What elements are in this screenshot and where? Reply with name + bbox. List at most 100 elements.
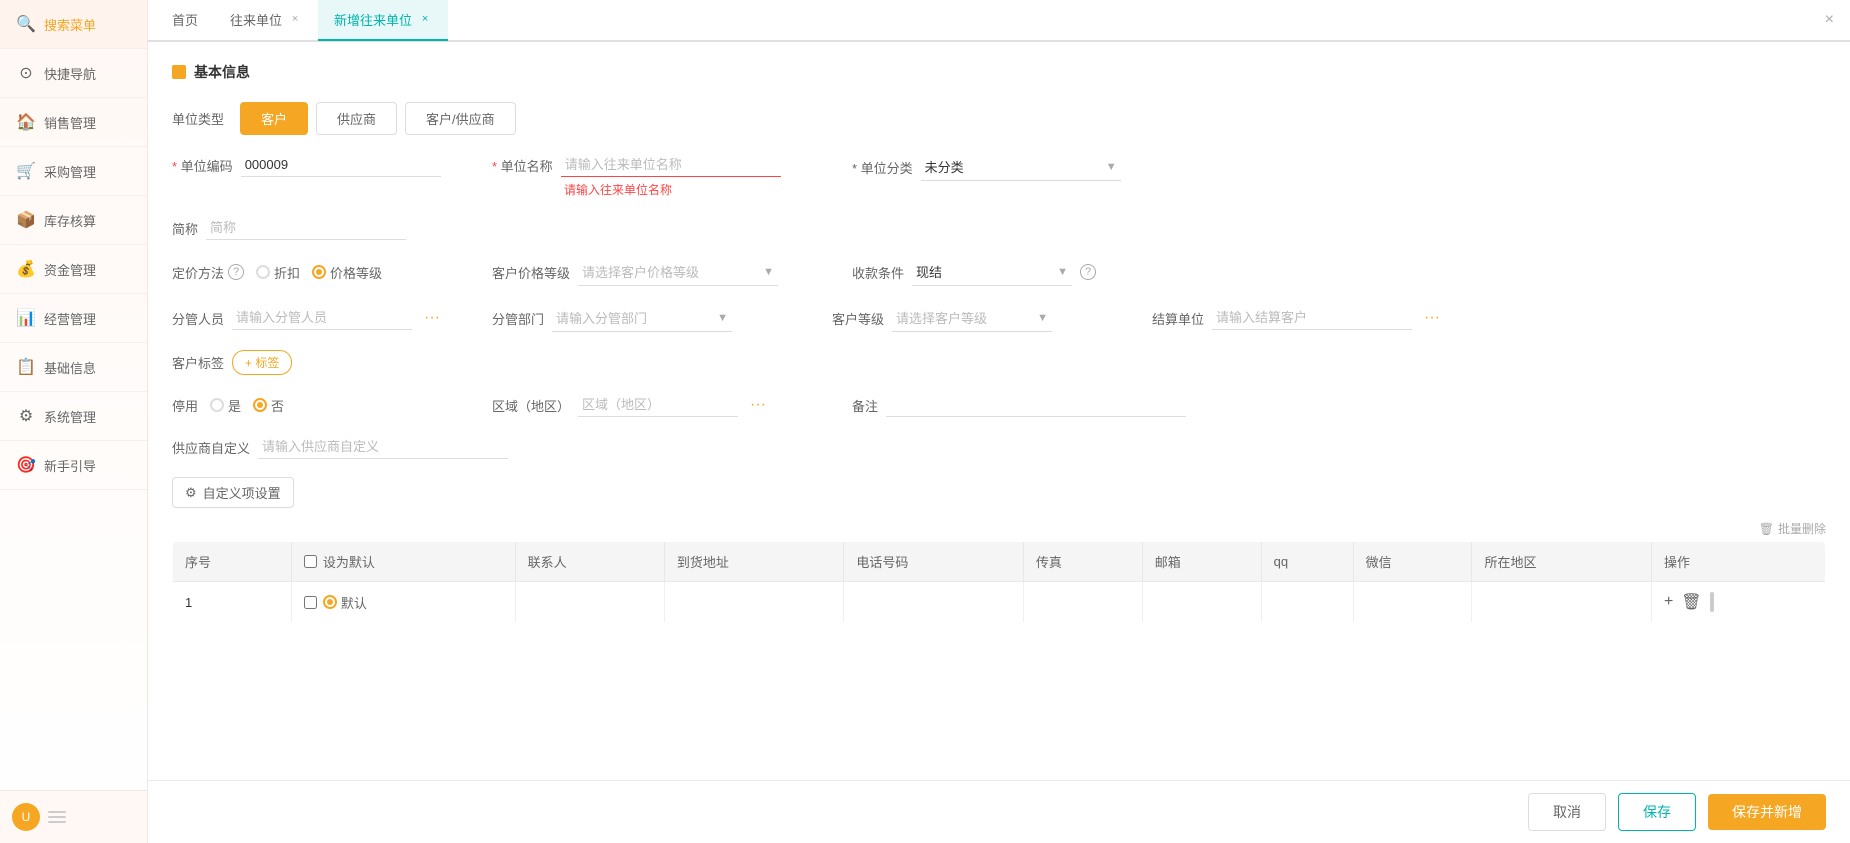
delete-row-button[interactable]: 🗑 bbox=[1681, 592, 1701, 612]
btn-supplier[interactable]: 供应商 bbox=[316, 102, 397, 135]
remark-input[interactable] bbox=[886, 393, 1186, 417]
tab-counterparty[interactable]: 往来单位 × bbox=[214, 0, 318, 41]
sidebar-item-operations[interactable]: 📊 经营管理 bbox=[0, 294, 147, 343]
sales-icon: 🏠 bbox=[16, 112, 36, 132]
radio-price-level[interactable]: 价格等级 bbox=[312, 263, 382, 282]
radio-discount[interactable]: 折扣 bbox=[256, 263, 300, 282]
window-close-button[interactable]: × bbox=[1817, 11, 1842, 29]
col-address: 到货地址 bbox=[664, 542, 843, 582]
pricing-help-icon[interactable]: ? bbox=[228, 264, 244, 280]
col-email: 邮箱 bbox=[1142, 542, 1261, 582]
sidebar-item-finance[interactable]: 💰 资金管理 bbox=[0, 245, 147, 294]
remark-label: 备注 bbox=[852, 396, 878, 415]
save-add-button[interactable]: 保存并新增 bbox=[1708, 794, 1826, 830]
department-select[interactable]: 请输入分管部门 ▼ bbox=[552, 304, 732, 332]
field-unit-code: 单位编码 bbox=[172, 153, 452, 177]
radio-no[interactable]: 否 bbox=[253, 396, 284, 415]
chevron-down-icon: ▼ bbox=[1057, 266, 1068, 278]
sidebar-item-label: 系统管理 bbox=[44, 407, 96, 426]
tab-new-counterparty-close[interactable]: × bbox=[418, 12, 432, 26]
sidebar-item-inventory[interactable]: 📦 库存核算 bbox=[0, 196, 147, 245]
operations-icon: 📊 bbox=[16, 308, 36, 328]
supplier-custom-input[interactable] bbox=[258, 435, 508, 459]
customer-price-level-select[interactable]: 请选择客户价格等级 ▼ bbox=[578, 258, 778, 286]
default-radio[interactable]: 默认 bbox=[323, 593, 367, 612]
sidebar-item-guide[interactable]: 🎯 新手引导 bbox=[0, 441, 147, 490]
cell-wechat bbox=[1353, 582, 1472, 623]
pricing-method-label: 定价方法 ? bbox=[172, 263, 244, 282]
sidebar-item-sales[interactable]: 🏠 销售管理 bbox=[0, 98, 147, 147]
sidebar-item-basic-info[interactable]: 📋 基础信息 bbox=[0, 343, 147, 392]
unit-name-input[interactable] bbox=[561, 153, 781, 177]
customer-tag-label: 客户标签 bbox=[172, 353, 224, 372]
select-all-checkbox[interactable] bbox=[304, 555, 317, 568]
unit-category-select[interactable]: 未分类 ▼ bbox=[921, 153, 1121, 181]
payment-terms-select[interactable]: 现结 ▼ bbox=[912, 258, 1072, 286]
cell-address bbox=[664, 582, 843, 623]
btn-customer[interactable]: 客户 bbox=[240, 102, 308, 135]
sidebar-footer: U bbox=[0, 790, 147, 843]
field-customer-level: 客户等级 请选择客户等级 ▼ bbox=[832, 304, 1112, 332]
cell-area bbox=[1472, 582, 1651, 623]
form-row-3: 定价方法 ? 折扣 价格等级 客户价格等级 请选择客户价 bbox=[172, 258, 1826, 286]
sidebar-item-label: 资金管理 bbox=[44, 260, 96, 279]
sidebar-item-search[interactable]: 🔍 搜索菜单 bbox=[0, 0, 147, 49]
field-manager: 分管人员 ··· bbox=[172, 306, 452, 330]
settlement-unit-more-icon[interactable]: ··· bbox=[1420, 309, 1444, 327]
col-qq: qq bbox=[1261, 542, 1353, 582]
section-title: 基本信息 bbox=[194, 62, 250, 82]
batch-delete-icon: 🗑 bbox=[1759, 522, 1774, 536]
settlement-unit-label: 结算单位 bbox=[1152, 309, 1204, 328]
add-tag-label: + 标签 bbox=[245, 354, 279, 371]
sidebar-item-system[interactable]: ⚙ 系统管理 bbox=[0, 392, 147, 441]
sidebar-item-label: 基础信息 bbox=[44, 358, 96, 377]
payment-terms-help-icon[interactable]: ? bbox=[1080, 264, 1096, 280]
custom-settings-label: 自定义项设置 bbox=[203, 483, 281, 502]
section-header: 基本信息 bbox=[172, 62, 1826, 82]
sidebar-item-quick-nav[interactable]: ⊙ 快捷导航 bbox=[0, 49, 147, 98]
basic-info-icon: 📋 bbox=[16, 357, 36, 377]
field-payment-terms: 收款条件 现结 ▼ ? bbox=[852, 258, 1132, 286]
unit-name-label: 单位名称 bbox=[492, 156, 553, 175]
bottom-bar: 取消 保存 保存并新增 bbox=[148, 780, 1850, 843]
unit-name-error: 请输入往来单位名称 bbox=[564, 181, 672, 198]
unit-code-input[interactable] bbox=[241, 153, 441, 177]
settlement-unit-input[interactable] bbox=[1212, 306, 1412, 330]
customer-level-select[interactable]: 请选择客户等级 ▼ bbox=[892, 304, 1052, 332]
menu-toggle[interactable] bbox=[48, 811, 66, 823]
tab-home-label: 首页 bbox=[172, 10, 198, 29]
drag-handle[interactable] bbox=[1710, 592, 1714, 612]
disabled-label: 停用 bbox=[172, 396, 198, 415]
short-name-input[interactable] bbox=[206, 216, 406, 240]
tab-bar: 首页 往来单位 × 新增往来单位 × × bbox=[148, 0, 1850, 42]
tab-new-counterparty[interactable]: 新增往来单位 × bbox=[318, 0, 448, 41]
tab-counterparty-close[interactable]: × bbox=[288, 12, 302, 26]
system-icon: ⚙ bbox=[16, 406, 36, 426]
tab-home[interactable]: 首页 bbox=[156, 0, 214, 41]
manager-more-icon[interactable]: ··· bbox=[420, 309, 444, 327]
cancel-button[interactable]: 取消 bbox=[1528, 793, 1606, 831]
add-row-button[interactable]: + bbox=[1664, 593, 1673, 611]
inventory-icon: 📦 bbox=[16, 210, 36, 230]
row-checkbox[interactable] bbox=[304, 596, 317, 609]
add-tag-button[interactable]: + 标签 bbox=[232, 350, 292, 375]
btn-both[interactable]: 客户/供应商 bbox=[405, 102, 516, 135]
manager-input[interactable] bbox=[232, 306, 412, 330]
radio-yes[interactable]: 是 bbox=[210, 396, 241, 415]
batch-delete-label[interactable]: 批量删除 bbox=[1778, 520, 1826, 537]
save-button[interactable]: 保存 bbox=[1618, 793, 1696, 831]
user-avatar: U bbox=[12, 803, 40, 831]
region-label: 区域（地区） bbox=[492, 396, 570, 415]
region-more-icon[interactable]: ··· bbox=[746, 396, 770, 414]
radio-price-level-circle bbox=[312, 265, 326, 279]
cell-email bbox=[1142, 582, 1261, 623]
payment-terms-label: 收款条件 bbox=[852, 263, 904, 282]
unit-category-value: 未分类 bbox=[925, 157, 964, 176]
region-input[interactable] bbox=[578, 393, 738, 417]
default-radio-circle bbox=[323, 595, 337, 609]
custom-settings-button[interactable]: ⚙ 自定义项设置 bbox=[172, 477, 294, 508]
finance-icon: 💰 bbox=[16, 259, 36, 279]
col-default: 设为默认 bbox=[291, 542, 515, 582]
unit-category-label: * 单位分类 bbox=[852, 158, 913, 177]
sidebar-item-purchase[interactable]: 🛒 采购管理 bbox=[0, 147, 147, 196]
